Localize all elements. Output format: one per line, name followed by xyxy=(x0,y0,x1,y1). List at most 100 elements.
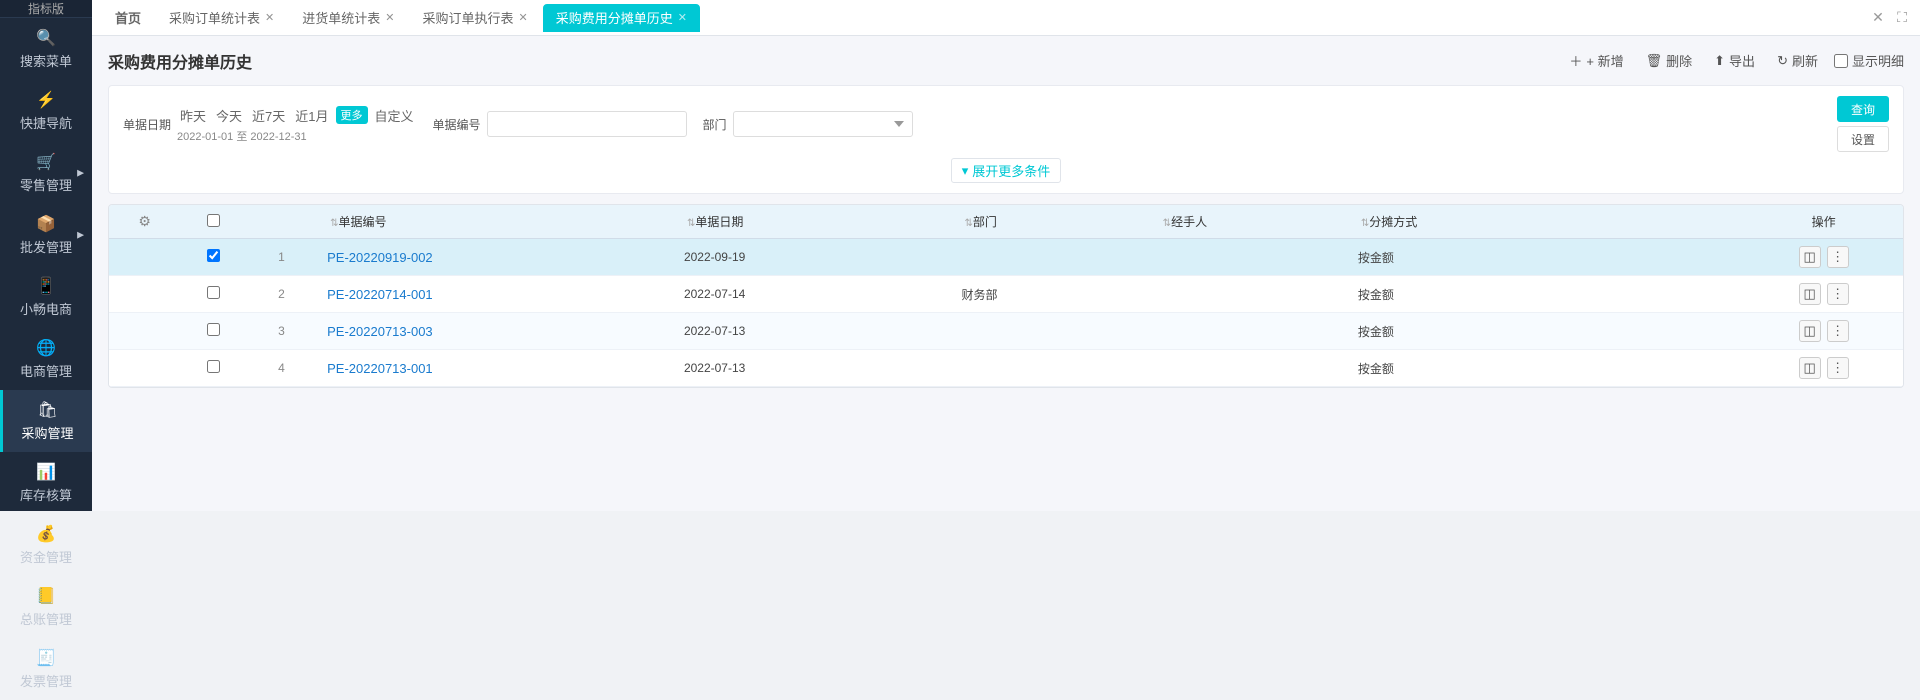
show-cols-checkbox[interactable] xyxy=(1834,54,1848,68)
view-button[interactable]: ◫ xyxy=(1799,246,1821,268)
sidebar-item-nav[interactable]: ⚡ 快捷导航 xyxy=(0,80,92,142)
query-button[interactable]: 查询 xyxy=(1837,96,1889,122)
shortcut-yesterday[interactable]: 昨天 xyxy=(177,105,209,126)
sidebar-item-purchase[interactable]: 🛍 采购管理 xyxy=(0,390,92,452)
inventory-icon: 📊 xyxy=(36,462,56,482)
shortcut-7days[interactable]: 近7天 xyxy=(249,105,288,126)
export-button[interactable]: ⬆ 导出 xyxy=(1708,48,1761,73)
sidebar-item-retail[interactable]: 🛒 零售管理 ▶ xyxy=(0,142,92,204)
row-handler-cell xyxy=(1150,239,1348,276)
maximize-window-button[interactable]: ⛶ xyxy=(1894,10,1910,26)
op-icons: ◫ ⋮ xyxy=(1754,283,1893,305)
search-row: 单据日期 昨天 今天 近7天 近1月 更多 自定义 2022-01-01 至 2… xyxy=(123,96,1889,152)
settings-button[interactable]: 设置 xyxy=(1837,126,1889,152)
export-icon: ⬆ xyxy=(1714,53,1725,69)
th-checkbox xyxy=(180,205,245,239)
row-op-cell: ◫ ⋮ xyxy=(1744,313,1903,350)
row-checkbox[interactable] xyxy=(207,323,220,336)
edit-button[interactable]: ⋮ xyxy=(1827,246,1849,268)
page-title: 采购费用分摊单历史 xyxy=(108,49,252,73)
date-value: 2022-01-01 至 2022-12-31 xyxy=(177,128,417,144)
order-no-link[interactable]: PE-20220714-001 xyxy=(327,287,433,302)
shortcut-more[interactable]: 更多 xyxy=(336,106,368,124)
shortcut-1month[interactable]: 近1月 xyxy=(292,105,331,126)
sort-icon: ⇅ xyxy=(1361,218,1369,229)
tab-close-icon[interactable]: ✕ xyxy=(385,11,394,24)
th-op: 操作 xyxy=(1744,205,1903,239)
sidebar-item-search[interactable]: 🔍 搜索菜单 xyxy=(0,18,92,80)
edit-button[interactable]: ⋮ xyxy=(1827,357,1849,379)
row-dept-cell: 财务部 xyxy=(951,276,1149,313)
tab-inbound-summary[interactable]: 进货单统计表✕ xyxy=(289,4,407,32)
sort-icon: ⇅ xyxy=(964,218,972,229)
add-button[interactable]: ＋ + 新增 xyxy=(1563,48,1629,73)
row-handler-cell xyxy=(1150,276,1348,313)
close-window-button[interactable]: ✕ xyxy=(1870,10,1886,26)
sidebar-item-label: 搜索菜单 xyxy=(20,51,72,70)
row-checkbox-cell xyxy=(180,239,245,276)
row-date-cell: 2022-07-13 xyxy=(674,313,952,350)
delete-button[interactable]: 🗑 删除 xyxy=(1640,48,1699,73)
row-checkbox[interactable] xyxy=(207,286,220,299)
th-date[interactable]: ⇅单据日期 xyxy=(674,205,952,239)
table-header: ⚙ ⇅单据编号 ⇅单据日期 ⇅部门 xyxy=(109,205,1903,239)
sidebar-item-ledger[interactable]: 📒 总账管理 xyxy=(0,576,92,638)
sidebar-item-label: 库存核算 xyxy=(20,485,72,504)
view-button[interactable]: ◫ xyxy=(1799,320,1821,342)
edit-button[interactable]: ⋮ xyxy=(1827,283,1849,305)
sidebar-item-label: 电商管理 xyxy=(20,361,72,380)
order-no-label: 单据编号 xyxy=(433,116,481,133)
select-all-checkbox[interactable] xyxy=(207,214,220,227)
tab-po-summary[interactable]: 采购订单统计表✕ xyxy=(156,4,287,32)
row-gear-cell xyxy=(109,350,180,387)
row-order-no-cell: PE-20220713-001 xyxy=(317,350,674,387)
tab-home[interactable]: 首页 xyxy=(102,4,154,32)
row-order-no-cell: PE-20220714-001 xyxy=(317,276,674,313)
order-no-link[interactable]: PE-20220919-002 xyxy=(327,250,433,265)
dept-field: 部门 财务部 xyxy=(703,111,913,137)
row-num-cell: 1 xyxy=(246,239,317,276)
expand-conditions-button[interactable]: ▾ 展开更多条件 xyxy=(951,158,1062,183)
sort-icon: ⇅ xyxy=(330,218,338,229)
th-method[interactable]: ⇅分摊方式 xyxy=(1348,205,1744,239)
order-no-link[interactable]: PE-20220713-001 xyxy=(327,361,433,376)
row-method-cell: 按金额 xyxy=(1348,313,1744,350)
th-handler[interactable]: ⇅经手人 xyxy=(1150,205,1348,239)
sidebar-item-invoice[interactable]: 🧾 发票管理 xyxy=(0,638,92,700)
date-shortcuts: 昨天 今天 近7天 近1月 更多 自定义 xyxy=(177,105,417,126)
tab-close-icon[interactable]: ✕ xyxy=(678,11,687,24)
view-button[interactable]: ◫ xyxy=(1799,357,1821,379)
row-order-no-cell: PE-20220713-003 xyxy=(317,313,674,350)
tab-po-fee-hist[interactable]: 采购费用分摊单历史✕ xyxy=(543,4,700,32)
row-dept-cell xyxy=(951,350,1149,387)
view-button[interactable]: ◫ xyxy=(1799,283,1821,305)
tab-close-icon[interactable]: ✕ xyxy=(519,11,528,24)
column-settings-icon[interactable]: ⚙ xyxy=(138,213,151,229)
row-checkbox[interactable] xyxy=(207,360,220,373)
th-order-no[interactable]: ⇅单据编号 xyxy=(317,205,674,239)
sidebar-item-finance[interactable]: 💰 资金管理 xyxy=(0,514,92,576)
shortcut-today[interactable]: 今天 xyxy=(213,105,245,126)
sidebar-item-mobile[interactable]: 📱 小畅电商 xyxy=(0,266,92,328)
order-no-input[interactable] xyxy=(487,111,687,137)
row-handler-cell xyxy=(1150,350,1348,387)
row-method-cell: 按金额 xyxy=(1348,276,1744,313)
shortcut-custom[interactable]: 自定义 xyxy=(372,105,417,126)
expand-row: ▾ 展开更多条件 xyxy=(123,158,1889,183)
edit-button[interactable]: ⋮ xyxy=(1827,320,1849,342)
dept-select[interactable]: 财务部 xyxy=(733,111,913,137)
row-checkbox[interactable] xyxy=(207,249,220,262)
sidebar-item-inventory[interactable]: 📊 库存核算 xyxy=(0,452,92,514)
finance-icon: 💰 xyxy=(36,524,56,544)
sidebar-item-label: 采购管理 xyxy=(21,423,73,442)
row-op-cell: ◫ ⋮ xyxy=(1744,276,1903,313)
tab-close-icon[interactable]: ✕ xyxy=(265,11,274,24)
th-dept[interactable]: ⇅部门 xyxy=(951,205,1149,239)
sidebar-item-ecom[interactable]: 🌐 电商管理 xyxy=(0,328,92,390)
sidebar-item-wholesale[interactable]: 📦 批发管理 ▶ xyxy=(0,204,92,266)
refresh-button[interactable]: ↻ 刷新 xyxy=(1771,48,1824,73)
row-dept-cell xyxy=(951,239,1149,276)
op-icons: ◫ ⋮ xyxy=(1754,246,1893,268)
tab-po-exec[interactable]: 采购订单执行表✕ xyxy=(409,4,540,32)
order-no-link[interactable]: PE-20220713-003 xyxy=(327,324,433,339)
